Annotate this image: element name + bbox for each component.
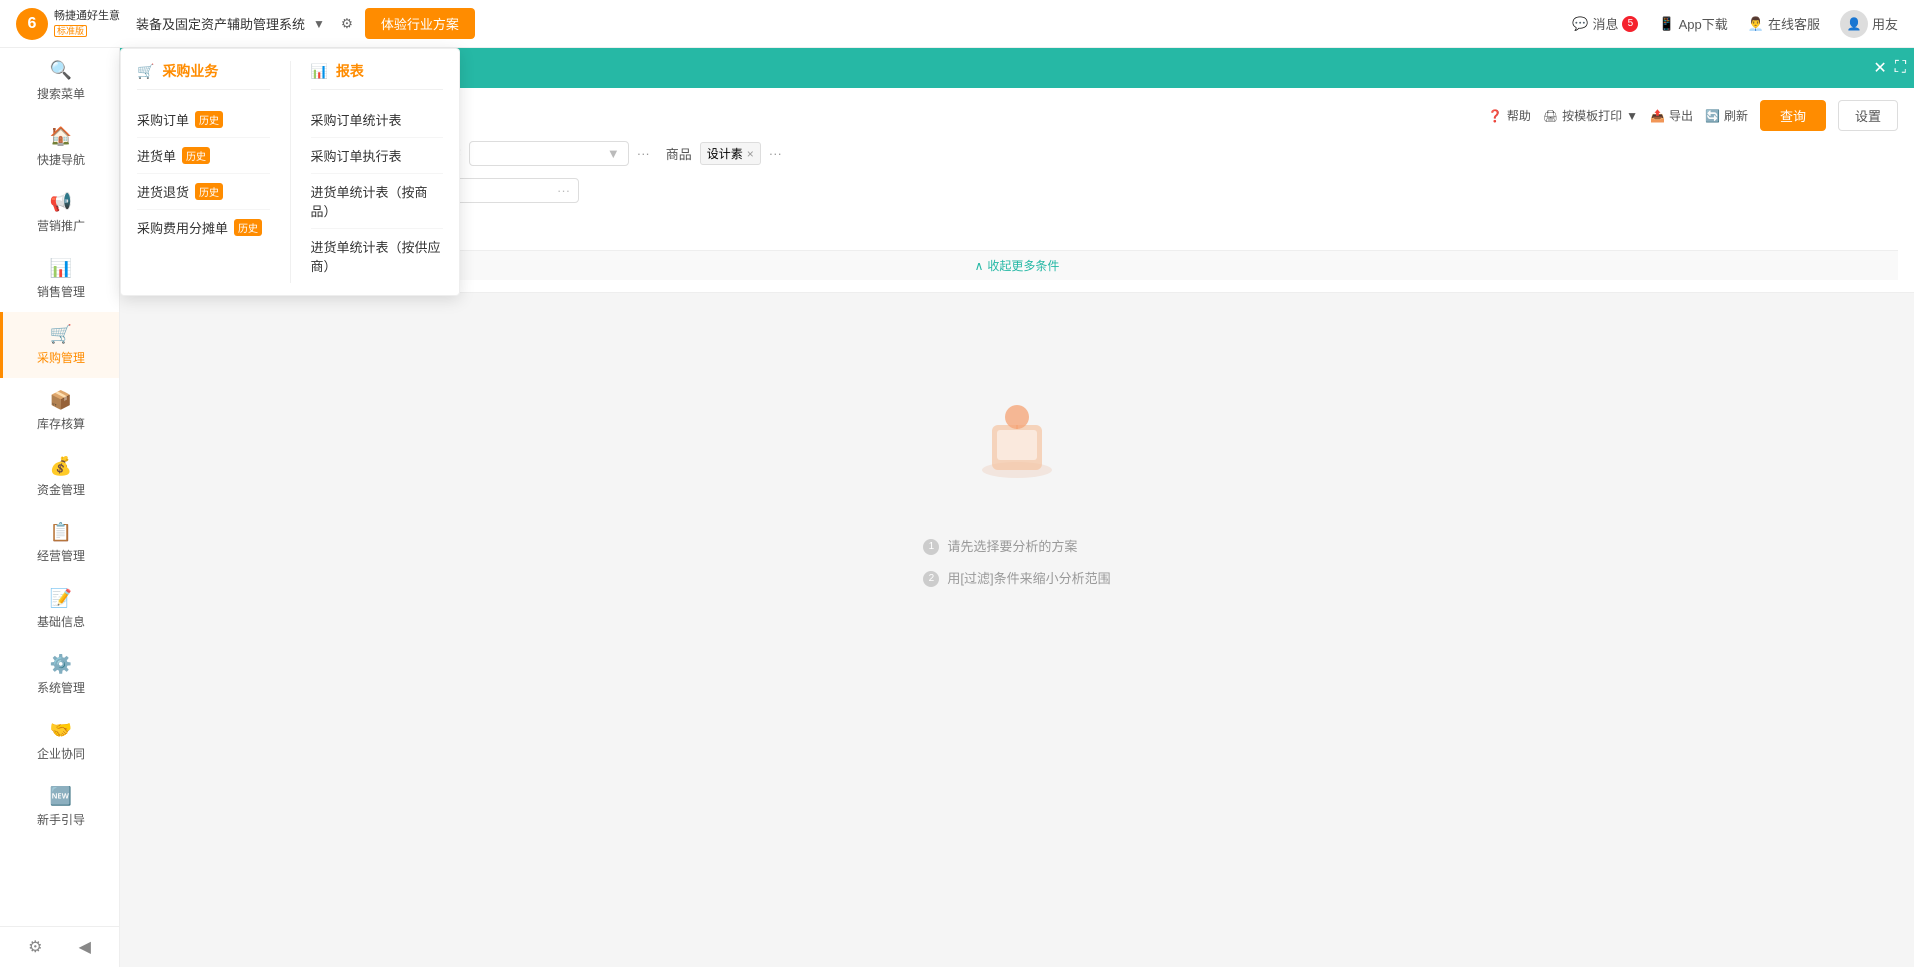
sidebar: 🔍 搜索菜单 🏠 快捷导航 📢 营销推广 📊 销售管理 🛒 采购管理 📦 库存核… — [0, 48, 120, 967]
content-area: 首页 销售排行榜 ✕ ✕ ⛶ ❓ 帮助 — [120, 48, 1914, 967]
user-action[interactable]: 👤 用友 — [1840, 10, 1898, 38]
message-icon: 💬 — [1572, 16, 1588, 32]
topbar-right: 💬 消息 5 📱 App下载 👨‍💼 在线客服 👤 用友 — [1572, 10, 1898, 38]
report-col-header: 📊 报表 — [311, 61, 444, 90]
sidebar-item-quicknav[interactable]: 🏠 快捷导航 — [0, 114, 119, 180]
sidebar-item-basicinfo[interactable]: 📝 基础信息 — [0, 576, 119, 642]
print-dropdown-icon: ▼ — [1626, 109, 1638, 123]
system-settings-btn[interactable]: ⚙ — [341, 16, 353, 32]
sidebar-item-cooperation[interactable]: 🤝 企业协同 — [0, 708, 119, 774]
system-dropdown-btn[interactable]: ▼ — [313, 17, 325, 31]
product-filter: 商品 设计素 × ··· — [666, 142, 782, 165]
home-icon: 🏠 — [50, 126, 72, 147]
query-btn[interactable]: 查询 — [1760, 100, 1826, 131]
setting-btn[interactable]: 设置 — [1838, 100, 1898, 131]
sidebar-item-operations[interactable]: 📋 经营管理 — [0, 510, 119, 576]
tab-close-window-btn[interactable]: ✕ — [1873, 58, 1886, 78]
messages-action[interactable]: 💬 消息 5 — [1572, 14, 1638, 33]
product-tag-remove[interactable]: × — [747, 147, 754, 161]
dropdown-menu: 🛒 采购业务 采购订单 历史 进货单 历史 进货退货 历史 — [120, 48, 460, 296]
operations-icon: 📋 — [50, 522, 72, 543]
export-icon: 📤 — [1650, 109, 1665, 123]
product-tag: 设计素 × — [700, 142, 761, 165]
sidebar-item-purchase[interactable]: 🛒 采购管理 — [0, 312, 119, 378]
menu-item-incoming-stat-supplier[interactable]: 进货单统计表（按供应商） — [311, 229, 444, 283]
history-badge-3: 历史 — [234, 219, 262, 236]
sidebar-item-system[interactable]: ⚙️ 系统管理 — [0, 642, 119, 708]
tab-expand-btn[interactable]: ⛶ — [1895, 58, 1906, 78]
menu-item-purchase-order[interactable]: 采购订单 历史 — [137, 102, 270, 138]
sidebar-item-finance[interactable]: 💰 资金管理 — [0, 444, 119, 510]
search-icon: 🔍 — [50, 60, 72, 81]
sidebar-settings-btn[interactable]: ⚙ — [28, 937, 42, 957]
purchase-col-icon: 🛒 — [137, 63, 154, 80]
history-badge-0: 历史 — [195, 111, 223, 128]
finance-icon: 💰 — [50, 456, 72, 477]
print-btn[interactable]: 🖨 按模板打印 ▼ — [1543, 107, 1638, 124]
menu-item-purchase-order-stat[interactable]: 采购订单统计表 — [311, 102, 444, 138]
empty-tips: 1 请先选择要分析的方案 2 用[过滤]条件来缩小分析范围 — [923, 534, 1110, 592]
sidebar-item-marketing[interactable]: 📢 营销推广 — [0, 180, 119, 246]
main-layout: 🔍 搜索菜单 🏠 快捷导航 📢 营销推广 📊 销售管理 🛒 采购管理 📦 库存核… — [0, 48, 1914, 967]
tabbar-actions: ✕ ⛶ — [1873, 58, 1906, 78]
menu-item-expense[interactable]: 采购费用分摊单 历史 — [137, 210, 270, 245]
history-badge-1: 历史 — [182, 147, 210, 164]
message-badge: 5 — [1622, 16, 1638, 32]
avatar: 👤 — [1840, 10, 1868, 38]
logo-icon: 6 — [16, 8, 48, 40]
topbar: 6 畅捷通好生意 标准版 装备及固定资产辅助管理系统 ▼ ⚙ 体验行业方案 💬 … — [0, 0, 1914, 48]
sidebar-item-guide[interactable]: 🆕 新手引导 — [0, 774, 119, 840]
dropdown-columns: 🛒 采购业务 采购订单 历史 进货单 历史 进货退货 历史 — [121, 61, 459, 283]
voucher-status-select[interactable]: ▼ — [469, 141, 629, 166]
system-title: 装备及固定资产辅助管理系统 ▼ ⚙ — [136, 14, 353, 33]
industry-btn[interactable]: 体验行业方案 — [365, 8, 475, 39]
guide-icon: 🆕 — [50, 786, 72, 807]
marketing-icon: 📢 — [50, 192, 72, 213]
refresh-icon: 🔄 — [1705, 109, 1720, 123]
sidebar-item-inventory[interactable]: 📦 库存核算 — [0, 378, 119, 444]
voucher-status-dots[interactable]: ··· — [637, 146, 650, 161]
phone-icon: 📱 — [1658, 16, 1674, 32]
logo-area: 6 畅捷通好生意 标准版 — [16, 8, 136, 40]
app-download-action[interactable]: 📱 App下载 — [1658, 14, 1727, 33]
empty-state: 1 请先选择要分析的方案 2 用[过滤]条件来缩小分析范围 — [120, 293, 1914, 693]
basicinfo-icon: 📝 — [50, 588, 72, 609]
logo-text: 畅捷通好生意 标准版 — [54, 9, 120, 38]
menu-item-incoming[interactable]: 进货单 历史 — [137, 138, 270, 174]
sidebar-bottom: ⚙ ◀ — [0, 926, 119, 967]
history-badge-2: 历史 — [195, 183, 223, 200]
print-icon: 🖨 — [1543, 109, 1558, 123]
empty-illustration — [967, 395, 1067, 514]
report-col: 📊 报表 采购订单统计表 采购订单执行表 进货单统计表（按商品） 进货单统计表（… — [295, 61, 460, 283]
purchase-col-header: 🛒 采购业务 — [137, 61, 270, 90]
online-service-action[interactable]: 👨‍💼 在线客服 — [1748, 14, 1820, 33]
product-dots[interactable]: ··· — [769, 146, 782, 161]
chevron-up-icon: ∧ — [975, 259, 984, 273]
sidebar-item-search[interactable]: 🔍 搜索菜单 — [0, 48, 119, 114]
service-icon: 👨‍💼 — [1748, 16, 1764, 32]
sidebar-collapse-btn[interactable]: ◀ — [79, 937, 91, 957]
menu-item-purchase-order-exec[interactable]: 采购订单执行表 — [311, 138, 444, 174]
sales-icon: 📊 — [50, 258, 72, 279]
help-btn[interactable]: ❓ 帮助 — [1488, 107, 1531, 124]
sidebar-item-sales[interactable]: 📊 销售管理 — [0, 246, 119, 312]
menu-item-incoming-stat-product[interactable]: 进货单统计表（按商品） — [311, 174, 444, 229]
system-icon: ⚙️ — [50, 654, 72, 675]
refresh-btn[interactable]: 🔄 刷新 — [1705, 107, 1748, 124]
report-col-icon: 📊 — [311, 63, 328, 80]
logo-badge: 标准版 — [54, 25, 87, 37]
col-divider — [290, 61, 291, 283]
purchase-business-col: 🛒 采购业务 采购订单 历史 进货单 历史 进货退货 历史 — [121, 61, 286, 283]
menu-item-return[interactable]: 进货退货 历史 — [137, 174, 270, 210]
help-icon: ❓ — [1488, 109, 1503, 123]
export-btn[interactable]: 📤 导出 — [1650, 107, 1693, 124]
purchase-icon: 🛒 — [50, 324, 72, 345]
cooperation-icon: 🤝 — [50, 720, 72, 741]
inventory-icon: 📦 — [50, 390, 72, 411]
